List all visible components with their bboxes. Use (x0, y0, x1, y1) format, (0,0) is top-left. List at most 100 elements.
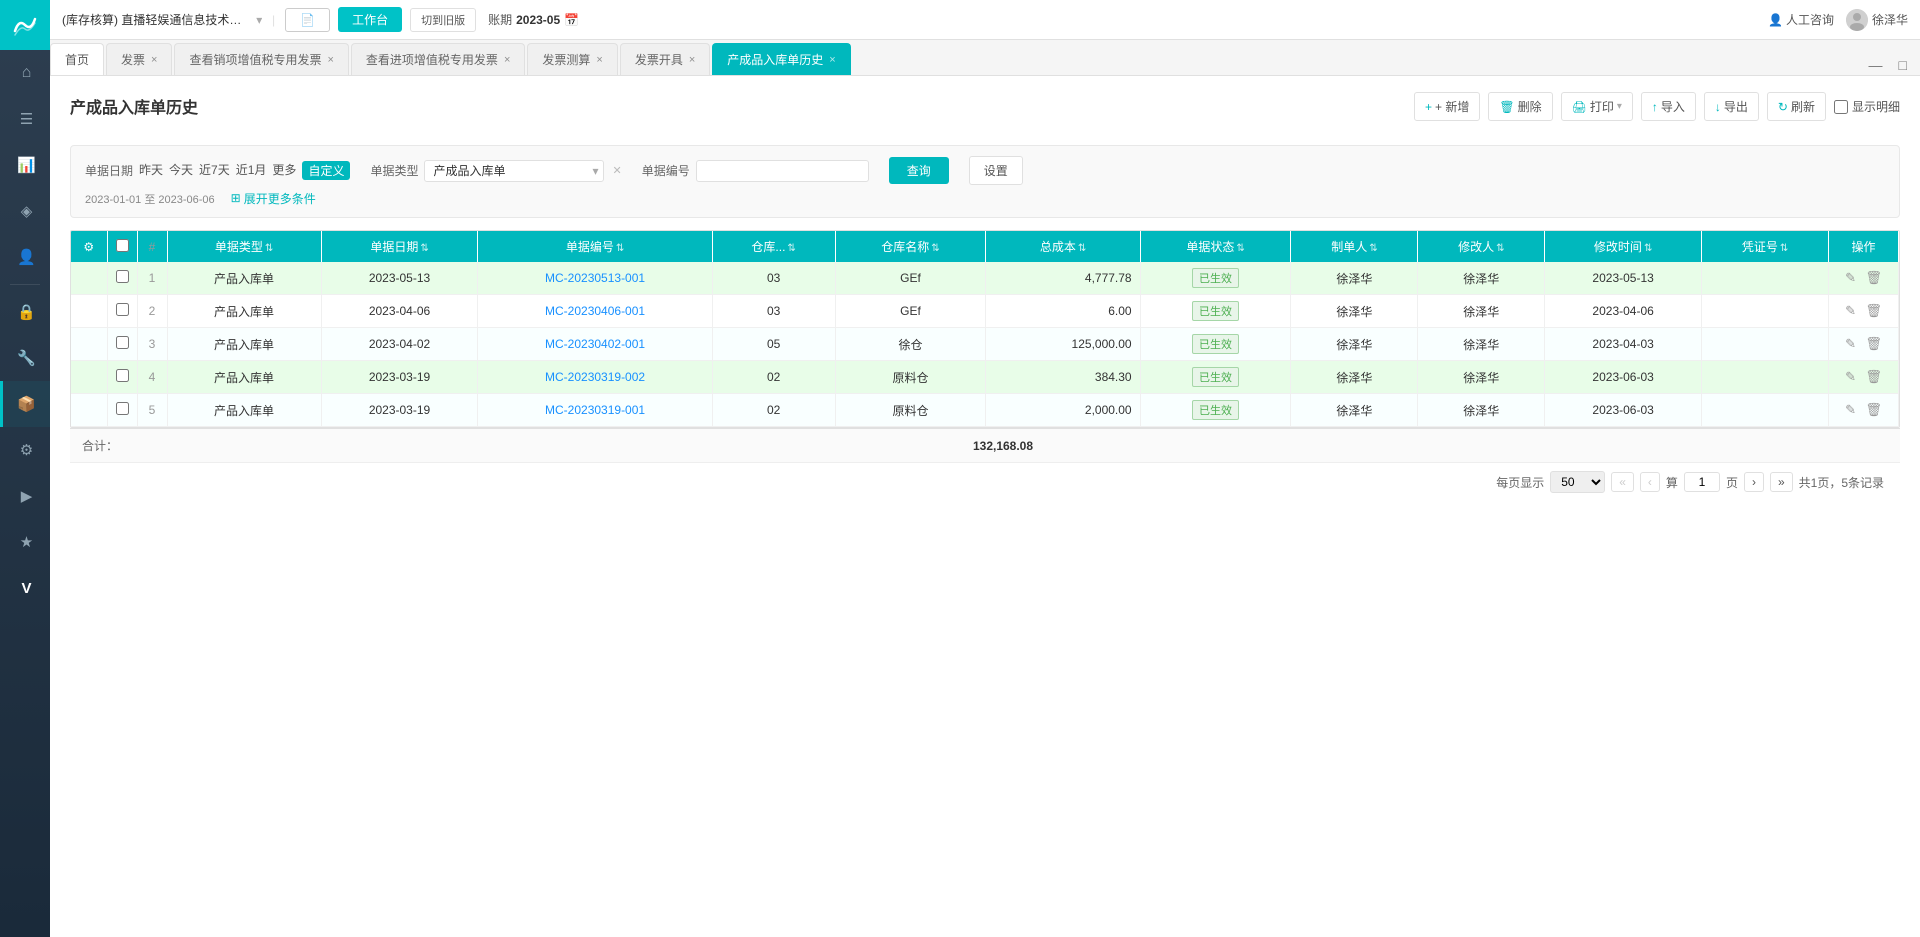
last-page-button[interactable]: » (1770, 472, 1793, 492)
user-section[interactable]: 徐泽华 (1846, 9, 1908, 31)
date-7days[interactable]: 近7天 (199, 161, 230, 180)
filter-section: 单据日期 昨天 今天 近7天 近1月 更多 自定义 单据类型 (70, 145, 1900, 218)
sidebar-item-document[interactable]: ☰ (0, 96, 50, 142)
expand-filter-button[interactable]: ⊞ 展开更多条件 (231, 190, 316, 207)
row-checkbox-1[interactable] (116, 303, 129, 316)
page-input[interactable] (1684, 472, 1720, 492)
edit-icon-4[interactable]: ✎ (1845, 402, 1856, 417)
select-all-checkbox[interactable] (116, 239, 129, 252)
tab-invoice-issue[interactable]: 发票开具 × (620, 43, 710, 75)
cell-number-1[interactable]: MC-20230406-001 (478, 295, 712, 328)
sort-status-icon[interactable]: ⇅ (1236, 243, 1244, 254)
tab-invoice-issue-close[interactable]: × (689, 54, 695, 66)
delete-icon-2[interactable]: 🗑 (1865, 336, 1882, 351)
type-filter-select[interactable]: 产成品入库单 (424, 160, 604, 182)
next-page-button[interactable]: › (1744, 472, 1764, 492)
new-button[interactable]: + + 新增 (1414, 92, 1480, 121)
col-modify-time: 修改时间⇅ (1545, 231, 1702, 262)
switch-button[interactable]: 切到旧版 (410, 8, 476, 32)
workbench-button[interactable]: 工作台 (338, 7, 402, 32)
sidebar-item-tag[interactable]: ◈ (0, 188, 50, 234)
tab-purchase-vat[interactable]: 查看进项增值税专用发票 × (351, 43, 525, 75)
sidebar-item-person[interactable]: 👤 (0, 234, 50, 280)
cell-number-4[interactable]: MC-20230319-001 (478, 394, 712, 427)
row-checkbox-2[interactable] (116, 336, 129, 349)
date-today[interactable]: 今天 (169, 161, 193, 180)
tab-sales-vat[interactable]: 查看销项增值税专用发票 × (174, 43, 348, 75)
tab-product-inbound[interactable]: 产成品入库单历史 × (712, 43, 850, 75)
edit-icon-3[interactable]: ✎ (1845, 369, 1856, 384)
query-button[interactable]: 查询 (889, 157, 949, 184)
delete-button[interactable]: 🗑 删除 (1488, 92, 1552, 121)
delete-icon-4[interactable]: 🗑 (1865, 402, 1882, 417)
calendar-icon[interactable]: 📅 (564, 13, 579, 27)
sort-voucher-icon[interactable]: ⇅ (1780, 243, 1788, 254)
number-filter-input[interactable] (696, 160, 869, 182)
show-detail-checkbox[interactable] (1834, 100, 1848, 114)
sidebar-item-tool[interactable]: 🔧 (0, 335, 50, 381)
date-yesterday[interactable]: 昨天 (139, 161, 163, 180)
row-checkbox-3[interactable] (116, 369, 129, 382)
tab-invoice[interactable]: 发票 × (106, 43, 172, 75)
sort-cost-icon[interactable]: ⇅ (1078, 243, 1086, 254)
cell-number-0[interactable]: MC-20230513-001 (478, 262, 712, 295)
sort-date-icon[interactable]: ⇅ (420, 243, 428, 254)
app-logo[interactable] (0, 0, 50, 50)
col-settings[interactable]: ⚙ (71, 231, 107, 262)
row-link-1[interactable]: MC-20230406-001 (545, 304, 645, 318)
edit-icon-2[interactable]: ✎ (1845, 336, 1856, 351)
date-custom[interactable]: 自定义 (302, 161, 350, 180)
tab-invoice-close[interactable]: × (151, 54, 157, 66)
row-link-3[interactable]: MC-20230319-002 (545, 370, 645, 384)
sidebar-item-v[interactable]: V (0, 565, 50, 611)
row-checkbox-4[interactable] (116, 402, 129, 415)
edit-icon-0[interactable]: ✎ (1845, 270, 1856, 285)
sort-mtime-icon[interactable]: ⇅ (1644, 243, 1652, 254)
tab-product-inbound-close[interactable]: × (829, 54, 835, 66)
import-button[interactable]: ↑ 导入 (1641, 92, 1696, 121)
sort-type-icon[interactable]: ⇅ (265, 243, 273, 254)
sort-wname-icon[interactable]: ⇅ (931, 243, 939, 254)
sort-wcode-icon[interactable]: ⇅ (787, 243, 795, 254)
tab-purchase-vat-close[interactable]: × (504, 54, 510, 66)
row-link-0[interactable]: MC-20230513-001 (545, 271, 645, 285)
edit-icon-1[interactable]: ✎ (1845, 303, 1856, 318)
set-button[interactable]: 设置 (969, 156, 1023, 185)
sidebar-item-home[interactable]: ⌂ (0, 50, 50, 96)
company-dropdown-icon[interactable]: ▾ (256, 13, 262, 27)
delete-icon-3[interactable]: 🗑 (1865, 369, 1882, 384)
date-1month[interactable]: 近1月 (236, 161, 267, 180)
print-button[interactable]: 🖨 打印 ▾ (1561, 92, 1633, 121)
tab-invoice-calc[interactable]: 发票测算 × (527, 43, 617, 75)
tab-invoice-calc-close[interactable]: × (596, 54, 602, 66)
help-section[interactable]: 👤 人工咨询 (1768, 11, 1834, 28)
sidebar-item-settings[interactable]: ⚙ (0, 427, 50, 473)
row-link-4[interactable]: MC-20230319-001 (545, 403, 645, 417)
refresh-button[interactable]: ↻ 刷新 (1767, 92, 1826, 121)
first-page-button[interactable]: « (1611, 472, 1634, 492)
prev-page-button[interactable]: ‹ (1640, 472, 1660, 492)
cell-number-3[interactable]: MC-20230319-002 (478, 361, 712, 394)
tab-maximize-button[interactable]: □ (1894, 55, 1912, 75)
tab-home[interactable]: 首页 (50, 43, 104, 75)
cell-number-2[interactable]: MC-20230402-001 (478, 328, 712, 361)
export-button[interactable]: ↓ 导出 (1704, 92, 1759, 121)
sort-modifier-icon[interactable]: ⇅ (1496, 243, 1504, 254)
sort-creator-icon[interactable]: ⇅ (1369, 243, 1377, 254)
col-settings-icon[interactable]: ⚙ (83, 240, 94, 254)
doc-btn[interactable]: 📄 (285, 8, 330, 32)
row-link-2[interactable]: MC-20230402-001 (545, 337, 645, 351)
sidebar-item-star[interactable]: ★ (0, 519, 50, 565)
delete-icon-1[interactable]: 🗑 (1865, 303, 1882, 318)
sort-number-icon[interactable]: ⇅ (616, 243, 624, 254)
date-more[interactable]: 更多 (272, 161, 296, 180)
row-checkbox-0[interactable] (116, 270, 129, 283)
sidebar-item-chart[interactable]: 📊 (0, 142, 50, 188)
sidebar-item-play[interactable]: ▶ (0, 473, 50, 519)
tab-sales-vat-close[interactable]: × (327, 54, 333, 66)
delete-icon-0[interactable]: 🗑 (1865, 270, 1882, 285)
tab-minimize-button[interactable]: — (1864, 55, 1888, 75)
sidebar-item-package[interactable]: 📦 (0, 381, 50, 427)
per-page-select[interactable]: 50 20 100 (1550, 471, 1605, 493)
sidebar-item-lock[interactable]: 🔒 (0, 289, 50, 335)
